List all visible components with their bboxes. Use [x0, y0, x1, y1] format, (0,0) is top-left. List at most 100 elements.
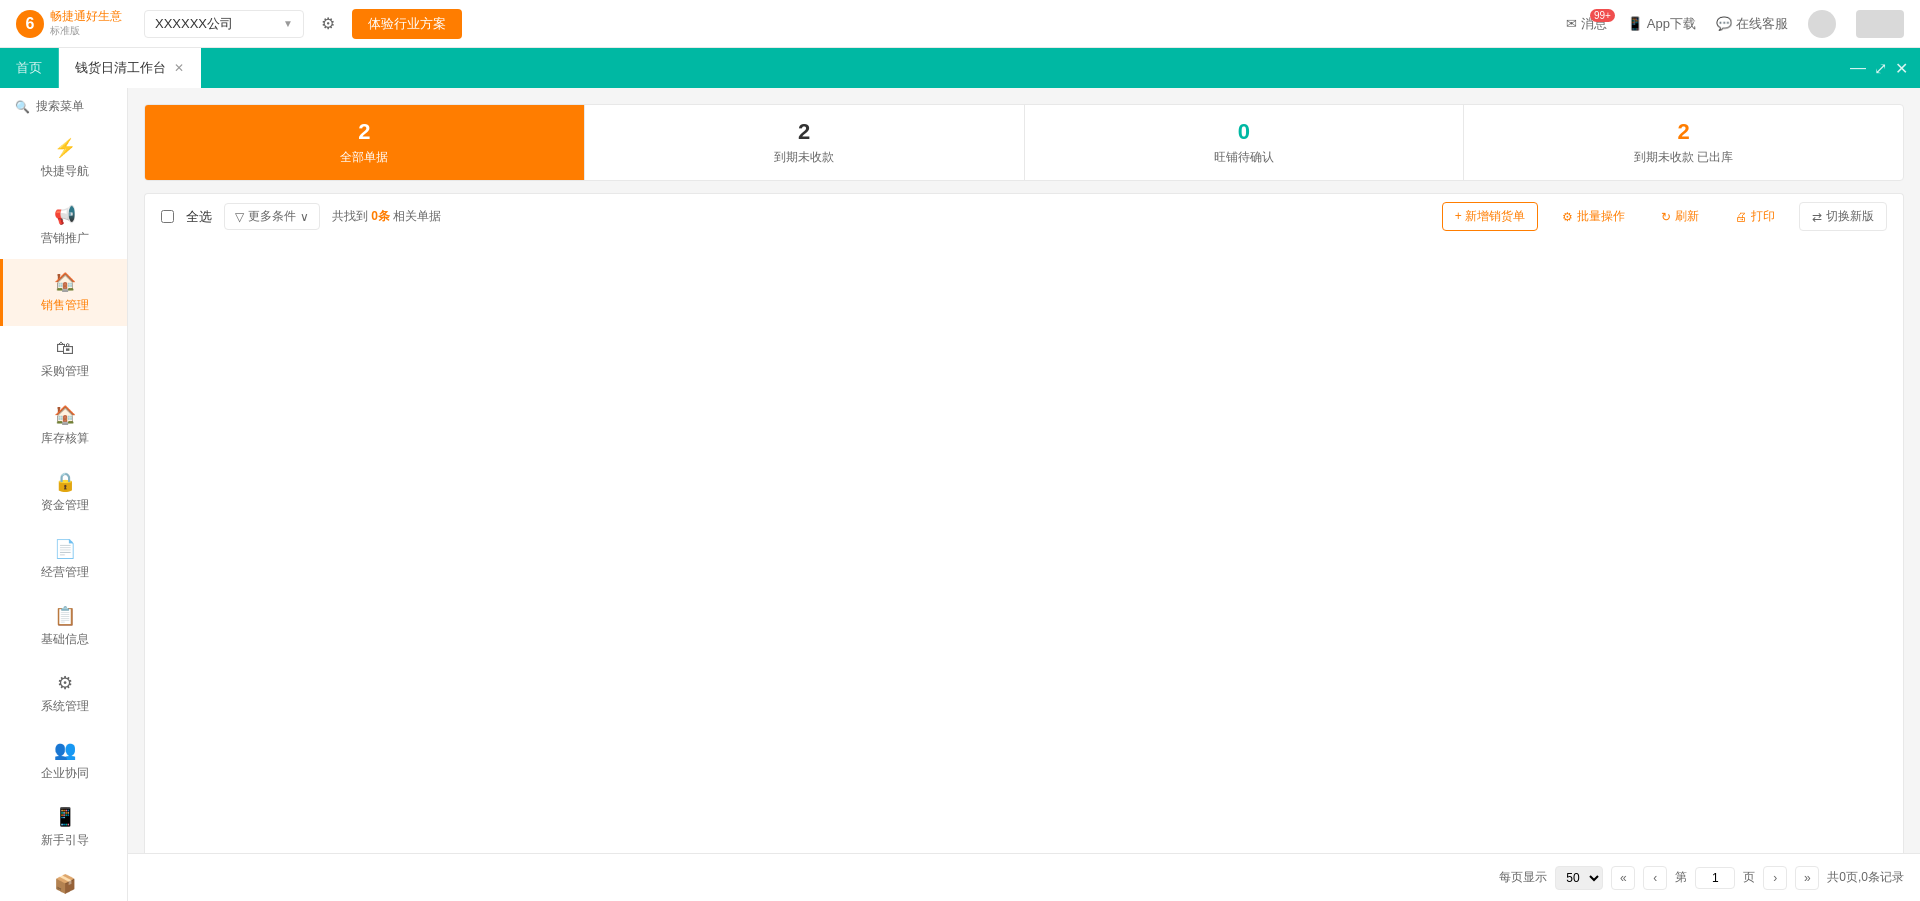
app-download-label: App下载	[1647, 15, 1696, 33]
sidebar-item-enterprise[interactable]: 👥 企业协同	[0, 727, 127, 794]
sidebar-item-label: 营销推广	[41, 230, 89, 247]
message-button[interactable]: ✉ 消息 99+	[1566, 15, 1607, 33]
sidebar-item-system[interactable]: ⚙ 系统管理	[0, 660, 127, 727]
logo-text: 畅捷通好生意	[50, 9, 122, 25]
filter-chevron-icon: ∨	[300, 210, 309, 224]
sidebar-item-label: 经营管理	[41, 564, 89, 581]
last-page-button[interactable]: »	[1795, 866, 1819, 890]
app-download-button[interactable]: 📱 App下载	[1627, 15, 1696, 33]
message-badge: 99+	[1590, 9, 1615, 22]
sidebar-item-basic-info[interactable]: 📋 基础信息	[0, 593, 127, 660]
prev-page-button[interactable]: ‹	[1643, 866, 1667, 890]
toolbar-left: 全选 ▽ 更多条件 ∨ 共找到 0条 相关单据	[161, 203, 1430, 230]
chevron-down-icon: ▼	[283, 18, 293, 29]
sidebar-item-label: 系统管理	[41, 698, 89, 715]
stat-card-overdue[interactable]: 2 到期未收款	[585, 105, 1025, 180]
select-all-label: 全选	[186, 208, 212, 226]
logo-area: 6 畅捷通好生意 标准版	[16, 9, 144, 39]
tab-close-icon[interactable]: ✕	[174, 61, 184, 75]
sidebar-item-finance[interactable]: 🔒 资金管理	[0, 459, 127, 526]
tab-work-bench[interactable]: 钱货日清工作台 ✕	[59, 48, 201, 88]
stat-label-all: 全部单据	[340, 149, 388, 166]
sidebar-item-label: 企业协同	[41, 765, 89, 782]
top-header: 6 畅捷通好生意 标准版 XXXXXX公司 ▼ ⚙ 体验行业方案 ✉ 消息 99…	[0, 0, 1920, 48]
newbie-icon: 📱	[54, 806, 76, 828]
sidebar-item-newbie[interactable]: 📱 新手引导	[0, 794, 127, 861]
sidebar-item-label: 资金管理	[41, 497, 89, 514]
window-minimize-icon[interactable]: —	[1850, 59, 1866, 77]
stat-number-overdue: 2	[798, 119, 810, 145]
total-label: 共0页,0条记录	[1827, 869, 1904, 886]
batch-operation-button[interactable]: ⚙ 批量操作	[1550, 203, 1637, 230]
filter-label: 更多条件	[248, 208, 296, 225]
add-order-button[interactable]: + 新增销货单	[1442, 202, 1538, 231]
inventory-icon: 🏠	[54, 404, 76, 426]
stat-number-pending: 0	[1238, 119, 1250, 145]
window-maximize-icon[interactable]: ⤢	[1874, 59, 1887, 78]
tab-home[interactable]: 首页	[0, 48, 59, 88]
online-service-label: 在线客服	[1736, 15, 1788, 33]
enterprise-icon: 👥	[54, 739, 76, 761]
page-label: 第	[1675, 869, 1687, 886]
stat-number-all: 2	[358, 119, 370, 145]
window-close-icon[interactable]: ✕	[1895, 59, 1908, 78]
switch-version-button[interactable]: ⇄ 切换新版	[1799, 202, 1887, 231]
nav-tabs: 首页 钱货日清工作台 ✕ — ⤢ ✕	[0, 48, 1920, 88]
sidebar: 🔍 搜索菜单 ⚡ 快捷导航 📢 营销推广 🏠 销售管理 🛍 采购管理 🏠 库存核…	[0, 88, 128, 901]
page-input[interactable]	[1695, 867, 1735, 889]
user-menu[interactable]	[1856, 10, 1904, 38]
select-all-checkbox[interactable]	[161, 210, 174, 223]
marketing-icon: 📢	[54, 204, 76, 226]
sales-icon: 🏠	[54, 271, 76, 293]
sidebar-item-quick-nav[interactable]: ⚡ 快捷导航	[0, 125, 127, 192]
sidebar-search[interactable]: 🔍 搜索菜单	[0, 88, 127, 125]
sidebar-item-purchase[interactable]: 🛍 采购管理	[0, 326, 127, 392]
stat-card-shipped[interactable]: 2 到期未收款 已出库	[1464, 105, 1903, 180]
sidebar-item-label: 快捷导航	[41, 163, 89, 180]
sidebar-item-sales[interactable]: 🏠 销售管理	[0, 259, 127, 326]
operations-icon: 📄	[54, 538, 76, 560]
filter-icon: ▽	[235, 210, 244, 224]
online-service-button[interactable]: 💬 在线客服	[1716, 15, 1788, 33]
stat-label-shipped: 到期未收款 已出库	[1634, 149, 1733, 166]
first-page-button[interactable]: «	[1611, 866, 1635, 890]
sidebar-item-label: 新手引导	[41, 832, 89, 849]
found-text: 共找到 0条 相关单据	[332, 208, 441, 225]
pagination-bar: 每页显示 50 « ‹ 第 页 › » 共0页,0条记录	[128, 853, 1920, 901]
try-solution-button[interactable]: 体验行业方案	[352, 9, 462, 39]
next-page-button[interactable]: ›	[1763, 866, 1787, 890]
sidebar-item-label: 采购管理	[41, 363, 89, 380]
stat-card-pending[interactable]: 0 旺铺待确认	[1025, 105, 1465, 180]
finance-icon: 🔒	[54, 471, 76, 493]
app-center-icon: 📦	[54, 873, 76, 895]
per-page-select[interactable]: 50	[1555, 866, 1603, 890]
quick-nav-icon: ⚡	[54, 137, 76, 159]
stat-label-pending: 旺铺待确认	[1214, 149, 1274, 166]
sidebar-item-inventory[interactable]: 🏠 库存核算	[0, 392, 127, 459]
sidebar-item-app-center[interactable]: 📦 应用中心	[0, 861, 127, 901]
search-icon: 🔍	[15, 100, 30, 114]
found-count: 0条	[371, 209, 390, 223]
basic-info-icon: 📋	[54, 605, 76, 627]
page-suffix: 页	[1743, 869, 1755, 886]
print-button[interactable]: 🖨 打印	[1723, 203, 1787, 230]
content-area: 2 全部单据 2 到期未收款 0 旺铺待确认 2 到期未收款 已出库	[128, 88, 1920, 901]
table-area	[144, 239, 1904, 885]
sidebar-item-label: 库存核算	[41, 430, 89, 447]
filter-button[interactable]: ▽ 更多条件 ∨	[224, 203, 320, 230]
sidebar-item-operations[interactable]: 📄 经营管理	[0, 526, 127, 593]
search-label: 搜索菜单	[36, 98, 84, 115]
refresh-button[interactable]: ↻ 刷新	[1649, 203, 1711, 230]
logo-sub: 标准版	[50, 24, 122, 38]
sidebar-item-label: 基础信息	[41, 631, 89, 648]
avatar[interactable]	[1808, 10, 1836, 38]
stat-label-overdue: 到期未收款	[774, 149, 834, 166]
toolbar-right: + 新增销货单 ⚙ 批量操作 ↻ 刷新 🖨 打印 ⇄	[1442, 202, 1887, 231]
stat-card-all[interactable]: 2 全部单据	[145, 105, 585, 180]
company-selector[interactable]: XXXXXX公司 ▼	[144, 10, 304, 38]
settings-icon[interactable]: ⚙	[312, 8, 344, 40]
main-layout: 🔍 搜索菜单 ⚡ 快捷导航 📢 营销推广 🏠 销售管理 🛍 采购管理 🏠 库存核…	[0, 88, 1920, 901]
tab-actions: — ⤢ ✕	[1850, 59, 1920, 78]
stats-cards: 2 全部单据 2 到期未收款 0 旺铺待确认 2 到期未收款 已出库	[144, 104, 1904, 181]
sidebar-item-marketing[interactable]: 📢 营销推广	[0, 192, 127, 259]
